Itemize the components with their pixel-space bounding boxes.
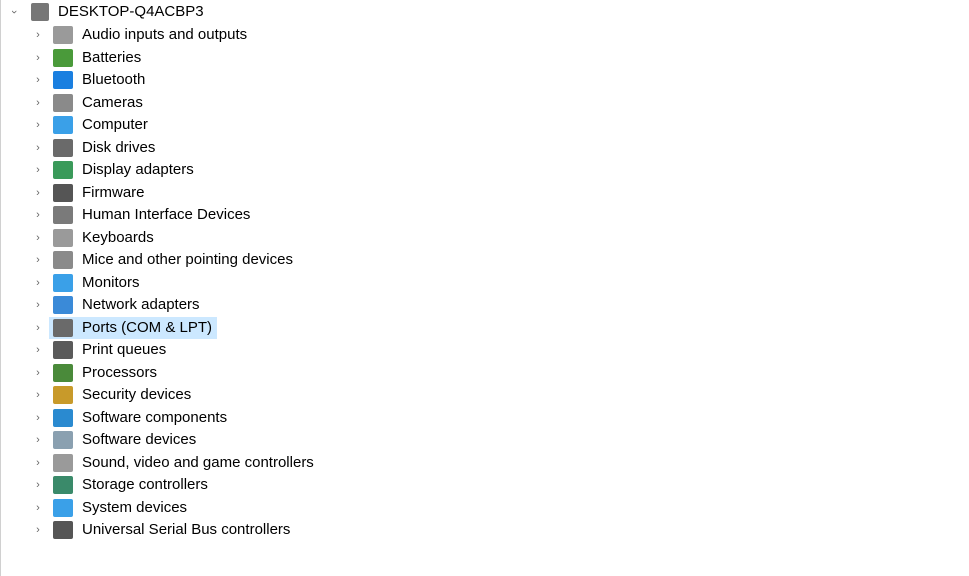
speaker-icon [53, 26, 73, 44]
storage-controller-icon [53, 476, 73, 494]
chevron-right-icon[interactable]: › [31, 524, 45, 536]
chevron-right-icon[interactable]: › [31, 164, 45, 176]
computer-tower-icon [31, 3, 49, 21]
tree-item[interactable]: › Storage controllers [31, 474, 211, 496]
chevron-right-icon[interactable]: › [31, 367, 45, 379]
tree-item[interactable]: › Keyboards [31, 227, 157, 249]
tree-item-label: Software devices [82, 431, 197, 448]
tree-item-label: Security devices [82, 386, 192, 403]
tree-item[interactable]: › Disk drives [31, 137, 158, 159]
tree-item-label: System devices [82, 498, 188, 516]
system-device-icon [53, 498, 73, 517]
chevron-right-icon[interactable]: › [31, 277, 45, 289]
battery-icon [53, 48, 73, 67]
chevron-right-icon[interactable]: › [31, 434, 45, 446]
tree-item-label: Batteries [82, 48, 142, 66]
tree-item[interactable]: › System devices [31, 497, 190, 519]
tree-item[interactable]: › Security devices [31, 384, 194, 406]
tree-item[interactable]: › Cameras [31, 92, 146, 114]
chevron-right-icon[interactable]: › [31, 389, 45, 401]
tree-item[interactable]: › Print queues [31, 339, 169, 361]
tree-item[interactable]: › Software components [31, 407, 230, 429]
keyboard-icon [53, 228, 73, 247]
chevron-right-icon[interactable]: › [31, 142, 45, 154]
monitor-icon [53, 116, 73, 134]
display-adapter-icon [53, 161, 73, 179]
chevron-right-icon[interactable]: › [31, 322, 45, 334]
mouse-icon [53, 251, 73, 269]
tree-item-label: Processors [82, 363, 158, 381]
chevron-right-icon[interactable]: › [31, 29, 45, 41]
tree-item[interactable]: › Batteries [31, 47, 144, 69]
tree-item[interactable]: › Firmware [31, 182, 148, 204]
chevron-right-icon[interactable]: › [31, 344, 45, 356]
chevron-right-icon[interactable]: › [31, 52, 45, 64]
hid-icon [53, 206, 73, 224]
chevron-right-icon[interactable]: › [31, 412, 45, 424]
tree-item[interactable]: › Sound, video and game controllers [31, 452, 317, 474]
tree-item[interactable]: › Mice and other pointing devices [31, 249, 296, 271]
chevron-right-icon[interactable]: › [31, 502, 45, 514]
tree-item[interactable]: › Bluetooth [31, 69, 148, 91]
tree-item-label: Universal Serial Bus controllers [82, 521, 291, 538]
tree-item[interactable]: › Display adapters [31, 159, 197, 181]
disk-drive-icon [53, 138, 73, 157]
software-component-icon [53, 408, 73, 427]
tree-item-label: Software components [82, 408, 228, 426]
tree-item[interactable]: › Universal Serial Bus controllers [31, 519, 293, 541]
chevron-right-icon[interactable]: › [31, 479, 45, 491]
chevron-right-icon[interactable]: › [31, 254, 45, 266]
tree-item[interactable]: › Human Interface Devices [31, 204, 253, 226]
processor-icon [53, 363, 73, 382]
root-label: DESKTOP-Q4ACBP3 [58, 3, 204, 20]
monitor-icon [53, 273, 73, 292]
bluetooth-icon [53, 71, 73, 89]
tree-item-label: Firmware [82, 183, 145, 201]
tree-item-label: Sound, video and game controllers [82, 453, 314, 471]
tree-item-label: Computer [82, 116, 148, 133]
tree-item-label: Audio inputs and outputs [82, 26, 248, 43]
tree-item-label: Network adapters [82, 296, 200, 313]
chevron-right-icon[interactable]: › [31, 97, 45, 109]
tree-item-label: Keyboards [82, 228, 154, 246]
chevron-right-icon[interactable]: › [31, 119, 45, 131]
usb-icon [53, 521, 73, 539]
webcam-icon [53, 93, 73, 112]
network-icon [53, 296, 73, 314]
tree-item-label: Mice and other pointing devices [82, 251, 293, 268]
software-device-icon [53, 431, 73, 449]
printer-icon [53, 341, 73, 359]
sound-icon [53, 453, 73, 472]
tree-item-label: Ports (COM & LPT) [82, 318, 213, 336]
port-icon [53, 318, 73, 337]
tree-item-label: Monitors [82, 273, 140, 291]
tree-item[interactable]: › Computer [31, 114, 151, 136]
chevron-right-icon[interactable]: › [31, 457, 45, 469]
tree-item-label: Storage controllers [82, 476, 208, 493]
tree-item-label: Print queues [82, 341, 167, 358]
chevron-right-icon[interactable]: › [31, 74, 45, 86]
tree-item-label: Bluetooth [82, 71, 146, 88]
chevron-right-icon[interactable]: › [31, 299, 45, 311]
tree-item[interactable]: › Audio inputs and outputs [31, 24, 250, 46]
tree-item-label: Disk drives [82, 138, 156, 156]
chevron-right-icon[interactable]: › [31, 187, 45, 199]
tree-root[interactable]: › DESKTOP-Q4ACBP3 [7, 1, 207, 23]
tree-item[interactable]: › Network adapters [31, 294, 203, 316]
chevron-right-icon[interactable]: › [31, 232, 45, 244]
tree-item[interactable]: › Software devices [31, 429, 199, 451]
tree-item[interactable]: › Processors [31, 362, 160, 384]
chip-icon [53, 183, 73, 202]
security-key-icon [53, 386, 73, 404]
chevron-right-icon[interactable]: › [31, 209, 45, 221]
tree-item-label: Cameras [82, 93, 143, 111]
tree-item[interactable]: › Monitors [31, 272, 143, 294]
chevron-down-icon[interactable]: › [8, 5, 20, 19]
tree-item-label: Display adapters [82, 161, 194, 178]
tree-item-label: Human Interface Devices [82, 206, 251, 223]
tree-item[interactable]: › Ports (COM & LPT) [31, 316, 218, 339]
